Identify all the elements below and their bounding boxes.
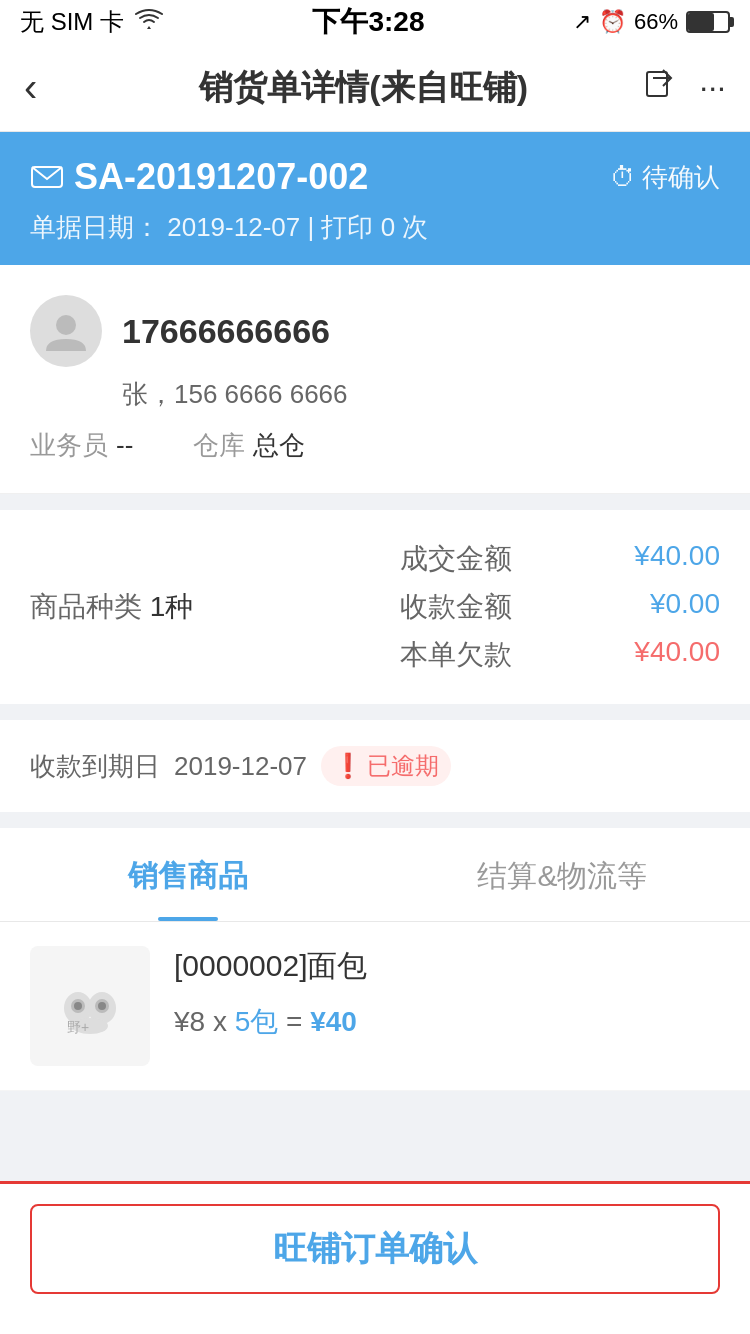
status-icons: ↗ ⏰ 66%	[573, 9, 730, 35]
quantity: 5包	[235, 1006, 279, 1037]
alarm-icon: ⏰	[599, 9, 626, 35]
share-icon[interactable]	[643, 66, 679, 110]
page-title: 销货单详情(来自旺铺)	[84, 65, 643, 111]
tabs-row: 销售商品 结算&物流等	[0, 828, 750, 922]
order-id: SA-20191207-002	[30, 156, 368, 198]
product-type-area: 商品种类 1种	[30, 588, 193, 626]
tab-settlement[interactable]: 结算&物流等	[375, 828, 750, 921]
nav-actions: ···	[643, 66, 726, 110]
salesperson-value: --	[116, 430, 133, 461]
customer-meta: 业务员 -- 仓库 总仓	[30, 428, 720, 463]
product-thumbnail: 野+	[30, 946, 150, 1066]
debt-amount-value: ¥40.00	[634, 636, 720, 674]
tabs-section: 销售商品 结算&物流等 野+ [0000002]面包 ¥8 x	[0, 828, 750, 1091]
product-item: 野+ [0000002]面包 ¥8 x 5包 = ¥40	[0, 922, 750, 1091]
received-amount-label: 收款金额	[400, 588, 512, 626]
location-icon: ↗	[573, 9, 591, 35]
debt-amount-row: 本单欠款 ¥40.00	[400, 636, 720, 674]
overdue-badge: ❗ 已逾期	[321, 746, 451, 786]
multiply-sign: x	[213, 1006, 235, 1037]
deal-amount-value: ¥40.00	[634, 540, 720, 578]
more-icon[interactable]: ···	[699, 69, 726, 106]
received-amount-value: ¥0.00	[650, 588, 720, 626]
product-type-value: 1种	[150, 591, 194, 622]
svg-point-9	[98, 1002, 106, 1010]
overdue-icon: ❗	[333, 752, 363, 780]
customer-name-info: 张，156 6666 6666	[122, 377, 720, 412]
tab-products[interactable]: 销售商品	[0, 828, 375, 921]
amount-section: 商品种类 1种 成交金额 ¥40.00 收款金额 ¥0.00 本单欠款 ¥40.…	[0, 510, 750, 704]
amount-items: 成交金额 ¥40.00 收款金额 ¥0.00 本单欠款 ¥40.00	[400, 540, 720, 674]
battery-icon	[686, 11, 730, 33]
back-button[interactable]: ‹	[24, 65, 84, 110]
total-price: ¥40	[310, 1006, 357, 1037]
deal-amount-label: 成交金额	[400, 540, 512, 578]
received-amount-row: 收款金额 ¥0.00	[400, 588, 720, 626]
status-carrier-area: 无 SIM 卡	[20, 6, 164, 38]
product-price: ¥8 x 5包 = ¥40	[174, 1003, 720, 1041]
nav-bar: ‹ 销货单详情(来自旺铺) ···	[0, 44, 750, 132]
due-date-label: 收款到期日	[30, 749, 160, 784]
avatar	[30, 295, 102, 367]
warehouse-item: 仓库 总仓	[193, 428, 305, 463]
customer-phone: 17666666666	[122, 312, 330, 351]
due-date-value: 2019-12-07	[174, 751, 307, 782]
product-type-label: 商品种类	[30, 591, 142, 622]
wifi-icon	[134, 8, 164, 36]
svg-point-3	[56, 315, 76, 335]
svg-text:野+: 野+	[67, 1019, 89, 1035]
debt-amount-label: 本单欠款	[400, 636, 512, 674]
overdue-text: 已逾期	[367, 750, 439, 782]
order-inbox-icon	[30, 156, 64, 198]
due-date-section: 收款到期日 2019-12-07 ❗ 已逾期	[0, 720, 750, 812]
clock-icon: ⏱	[610, 162, 636, 193]
status-bar: 无 SIM 卡 下午3:28 ↗ ⏰ 66%	[0, 0, 750, 44]
bottom-action-area: 旺铺订单确认	[0, 1181, 750, 1334]
warehouse-value: 总仓	[253, 428, 305, 463]
equals-sign: =	[286, 1006, 310, 1037]
confirm-order-button[interactable]: 旺铺订单确认	[30, 1204, 720, 1294]
salesperson-item: 业务员 --	[30, 428, 133, 463]
product-name: [0000002]面包	[174, 946, 720, 987]
order-header: SA-20191207-002 ⏱ 待确认 单据日期： 2019-12-07 |…	[0, 132, 750, 265]
deal-amount-row: 成交金额 ¥40.00	[400, 540, 720, 578]
status-time: 下午3:28	[312, 3, 424, 41]
warehouse-label: 仓库	[193, 428, 245, 463]
product-info: [0000002]面包 ¥8 x 5包 = ¥40	[174, 946, 720, 1066]
customer-section: 17666666666 张，156 6666 6666 业务员 -- 仓库 总仓	[0, 265, 750, 494]
svg-point-8	[74, 1002, 82, 1010]
salesperson-label: 业务员	[30, 428, 108, 463]
order-date-info: 单据日期： 2019-12-07 | 打印 0 次	[30, 210, 720, 245]
unit-price: ¥8	[174, 1006, 205, 1037]
order-status: ⏱ 待确认	[610, 160, 720, 195]
carrier-text: 无 SIM 卡	[20, 6, 124, 38]
battery-percentage: 66%	[634, 9, 678, 35]
